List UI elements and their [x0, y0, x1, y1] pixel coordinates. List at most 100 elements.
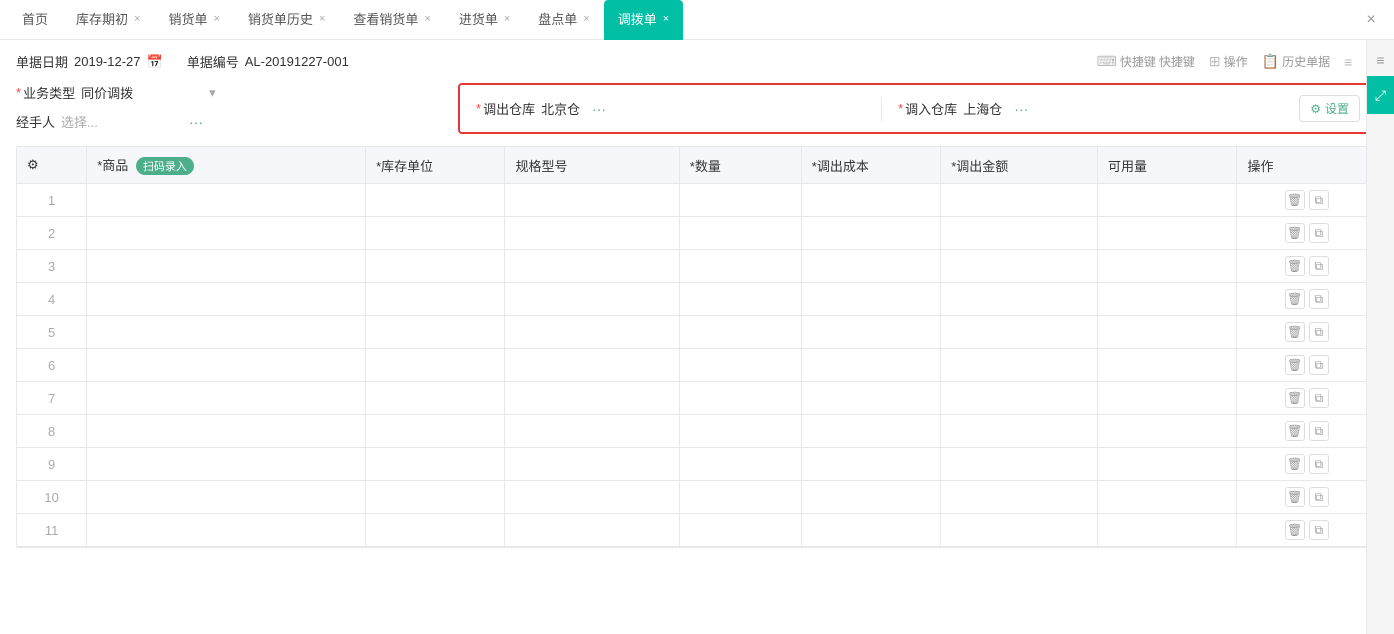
- subtotal-label: 小计: [87, 547, 366, 548]
- table-scroll[interactable]: ⚙ *商品 扫码录入 *库存单位 规格型号 *数量 *调出成本 *调出金额 可用…: [17, 147, 1377, 547]
- table-row: 10🗑⧉: [17, 481, 1377, 514]
- window-close-button[interactable]: ×: [1356, 5, 1386, 35]
- gear-icon: ⚙: [1310, 102, 1321, 116]
- tab-inventory-count[interactable]: 盘点单 ×: [524, 0, 603, 40]
- th-gear[interactable]: ⚙: [17, 147, 87, 184]
- form-row: * 业务类型 同价调拨 ▾ 经手人 选择... ··· * 调出仓库 北京仓 ·…: [16, 83, 1378, 134]
- copy-row-3[interactable]: ⧉: [1309, 256, 1329, 276]
- copy-row-4[interactable]: ⧉: [1309, 289, 1329, 309]
- th-qty: *数量: [679, 147, 801, 184]
- warehouse-out-more-btn[interactable]: ···: [592, 101, 606, 117]
- tab-purchase-order[interactable]: 进货单 ×: [445, 0, 524, 40]
- th-avail: 可用量: [1098, 147, 1237, 184]
- table-row: 1🗑⧉: [17, 184, 1377, 217]
- sidebar-doc-icon[interactable]: ≡: [1369, 48, 1393, 72]
- subtotal-amount: 0.00: [941, 547, 1098, 548]
- tab-sales-history[interactable]: 销货单历史 ×: [234, 0, 339, 40]
- table-row: 5🗑⧉: [17, 316, 1377, 349]
- delete-row-7[interactable]: 🗑: [1285, 388, 1305, 408]
- tab-close-transfer-order[interactable]: ×: [663, 13, 669, 25]
- wh-divider: [881, 97, 882, 121]
- warehouse-out-field: * 调出仓库 北京仓 ···: [476, 99, 865, 118]
- warehouse-out-value[interactable]: 北京仓: [541, 99, 580, 118]
- th-unit: *库存单位: [366, 147, 505, 184]
- operations-btn[interactable]: ⊞ 操作: [1209, 53, 1248, 70]
- date-field: 单据日期 2019-12-27 📅: [16, 52, 163, 71]
- copy-row-7[interactable]: ⧉: [1309, 388, 1329, 408]
- table-header-row: ⚙ *商品 扫码录入 *库存单位 规格型号 *数量 *调出成本 *调出金额 可用…: [17, 147, 1377, 184]
- tab-close-inventory-init[interactable]: ×: [134, 13, 140, 25]
- form-left: * 业务类型 同价调拨 ▾ 经手人 选择... ···: [16, 83, 446, 131]
- delete-row-4[interactable]: 🗑: [1285, 289, 1305, 309]
- biz-type-req: *: [16, 85, 21, 100]
- delete-row-8[interactable]: 🗑: [1285, 421, 1305, 441]
- th-spec: 规格型号: [505, 147, 679, 184]
- th-ops: 操作: [1237, 147, 1377, 184]
- copy-row-1[interactable]: ⧉: [1309, 190, 1329, 210]
- keyboard-icon: ⌨: [1097, 53, 1117, 70]
- tab-close-view-sales[interactable]: ×: [424, 13, 430, 25]
- doc-icon: 📋: [1262, 53, 1279, 70]
- warehouse-in-field: * 调入仓库 上海仓 ···: [898, 99, 1287, 118]
- tab-close-sales-history[interactable]: ×: [319, 13, 325, 25]
- tab-home[interactable]: 首页: [8, 0, 62, 40]
- scan-btn[interactable]: 扫码录入: [136, 157, 194, 175]
- delete-row-1[interactable]: 🗑: [1285, 190, 1305, 210]
- doc-num-value: AL-20191227-001: [245, 54, 349, 69]
- tab-view-sales[interactable]: 查看销货单 ×: [339, 0, 444, 40]
- table-row: 4🗑⧉: [17, 283, 1377, 316]
- table-row: 3🗑⧉: [17, 250, 1377, 283]
- biz-type-field: * 业务类型 同价调拨 ▾: [16, 83, 446, 102]
- delete-row-10[interactable]: 🗑: [1285, 487, 1305, 507]
- doc-header-row: 单据日期 2019-12-27 📅 单据编号 AL-20191227-001 ⌨…: [16, 52, 1378, 71]
- copy-row-10[interactable]: ⧉: [1309, 487, 1329, 507]
- tab-sales-order[interactable]: 销货单 ×: [154, 0, 233, 40]
- th-cost: *调出成本: [801, 147, 940, 184]
- copy-row-11[interactable]: ⧉: [1309, 520, 1329, 540]
- tab-close-inventory-count[interactable]: ×: [583, 13, 589, 25]
- delete-row-5[interactable]: 🗑: [1285, 322, 1305, 342]
- delete-row-9[interactable]: 🗑: [1285, 454, 1305, 474]
- main-content: 单据日期 2019-12-27 📅 单据编号 AL-20191227-001 ⌨…: [0, 40, 1394, 560]
- th-goods: *商品 扫码录入: [87, 147, 366, 184]
- copy-row-2[interactable]: ⧉: [1309, 223, 1329, 243]
- subtotal-qty: 0.00: [679, 547, 801, 548]
- history-doc-btn[interactable]: 📋 历史单据: [1262, 53, 1330, 70]
- copy-row-8[interactable]: ⧉: [1309, 421, 1329, 441]
- warehouse-in-value[interactable]: 上海仓: [963, 99, 1002, 118]
- grid-icon: ⊞: [1209, 53, 1221, 70]
- handler-value[interactable]: 选择...: [61, 112, 181, 131]
- settings-button[interactable]: ⚙ 设置: [1299, 95, 1360, 122]
- handler-more-btn[interactable]: ···: [189, 114, 203, 130]
- biz-type-value[interactable]: 同价调拨: [81, 83, 201, 102]
- copy-row-5[interactable]: ⧉: [1309, 322, 1329, 342]
- copy-row-9[interactable]: ⧉: [1309, 454, 1329, 474]
- table-row: 8🗑⧉: [17, 415, 1377, 448]
- th-amount: *调出金额: [941, 147, 1098, 184]
- delete-row-11[interactable]: 🗑: [1285, 520, 1305, 540]
- delete-row-3[interactable]: 🗑: [1285, 256, 1305, 276]
- shortcut-btn[interactable]: ⌨ 快捷键 快捷键: [1097, 53, 1195, 70]
- table-row: 11🗑⧉: [17, 514, 1377, 547]
- calendar-icon[interactable]: 📅: [147, 54, 163, 70]
- table-row: 6🗑⧉: [17, 349, 1377, 382]
- delete-row-2[interactable]: 🗑: [1285, 223, 1305, 243]
- copy-row-6[interactable]: ⧉: [1309, 355, 1329, 375]
- date-value: 2019-12-27: [74, 54, 141, 69]
- tab-inventory-init[interactable]: 库存期初 ×: [62, 0, 154, 40]
- view-list-btn[interactable]: ≡: [1344, 54, 1352, 70]
- tab-close-sales-order[interactable]: ×: [213, 13, 219, 25]
- warehouse-in-more-btn[interactable]: ···: [1014, 101, 1028, 117]
- subtotal-row: 小计 0.00 0.00 0.00: [17, 547, 1377, 548]
- table-row: 9🗑⧉: [17, 448, 1377, 481]
- table-row: 7🗑⧉: [17, 382, 1377, 415]
- tab-close-purchase-order[interactable]: ×: [504, 13, 510, 25]
- tab-transfer-order[interactable]: 调拨单 ×: [604, 0, 683, 40]
- delete-row-6[interactable]: 🗑: [1285, 355, 1305, 375]
- handler-field: 经手人 选择... ···: [16, 112, 446, 131]
- data-table: ⚙ *商品 扫码录入 *库存单位 规格型号 *数量 *调出成本 *调出金额 可用…: [17, 147, 1377, 547]
- data-table-wrapper: ⚙ *商品 扫码录入 *库存单位 规格型号 *数量 *调出成本 *调出金额 可用…: [16, 146, 1378, 548]
- sidebar-expand-icon[interactable]: ⤢: [1367, 76, 1394, 114]
- biz-type-dropdown[interactable]: ▾: [209, 85, 216, 101]
- subtotal-cost: 0.00: [801, 547, 940, 548]
